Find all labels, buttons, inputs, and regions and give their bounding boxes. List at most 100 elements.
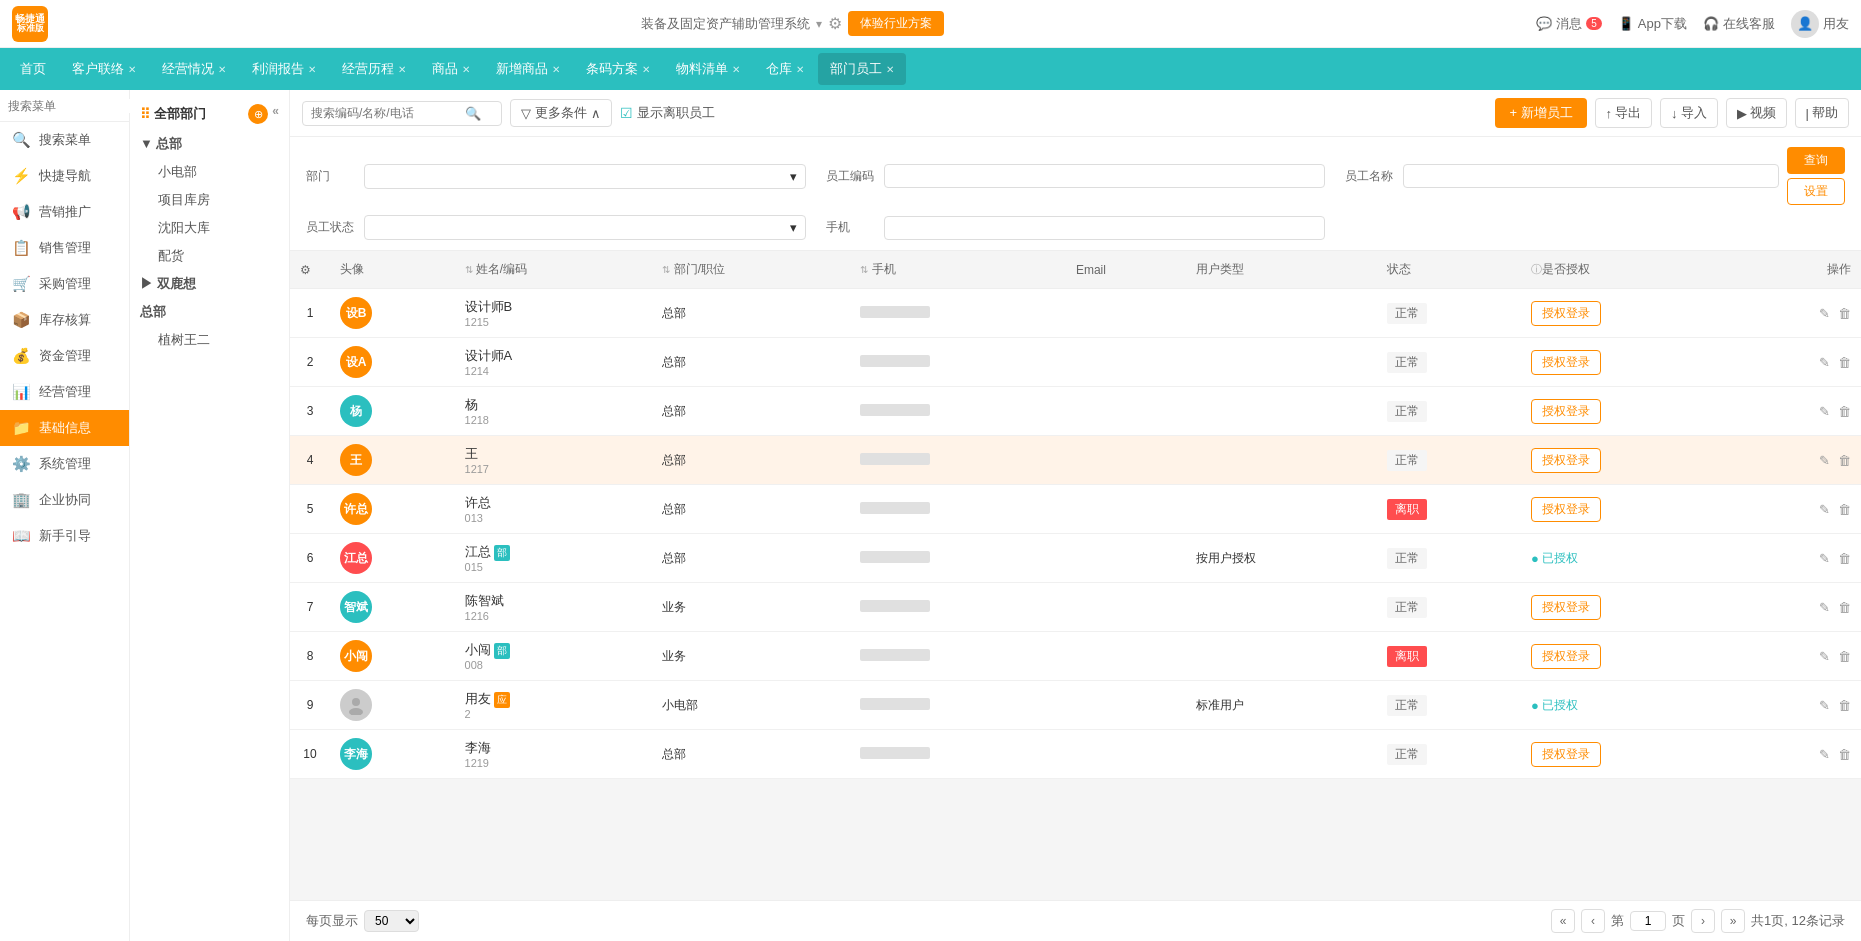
auth-login-btn[interactable]: 授权登录 [1531,399,1601,424]
sidebar-item-capital[interactable]: 💰资金管理 [0,338,129,374]
delete-icon[interactable]: 🗑 [1838,404,1851,419]
phone-filter-input[interactable] [884,216,1326,240]
auth-login-btn[interactable]: 授权登录 [1531,595,1601,620]
close-icon[interactable]: ✕ [552,64,560,75]
delete-icon[interactable]: 🗑 [1838,355,1851,370]
edit-icon[interactable]: ✎ [1819,551,1830,566]
edit-icon[interactable]: ✎ [1819,600,1830,615]
auth-login-btn[interactable]: 授权登录 [1531,742,1601,767]
nav-tab-经营情况[interactable]: 经营情况✕ [150,53,238,85]
nav-tab-经营历程[interactable]: 经营历程✕ [330,53,418,85]
nav-tab-仓库[interactable]: 仓库✕ [754,53,816,85]
dept-collapse-btn[interactable]: « [272,104,279,124]
close-icon[interactable]: ✕ [886,64,894,75]
auth-login-btn[interactable]: 授权登录 [1531,497,1601,522]
edit-icon[interactable]: ✎ [1819,355,1830,370]
last-page-btn[interactable]: » [1721,909,1745,933]
empcode-filter-input[interactable] [884,164,1326,188]
edit-icon[interactable]: ✎ [1819,747,1830,762]
sidebar-item-system[interactable]: ⚙️系统管理 [0,446,129,482]
auth-login-btn[interactable]: 授权登录 [1531,644,1601,669]
dept-tree-item[interactable]: ▶ 双鹿想 [130,270,289,298]
sidebar-item-quicknav[interactable]: ⚡快捷导航 [0,158,129,194]
sidebar-item-operations[interactable]: 📊经营管理 [0,374,129,410]
dept-tree-item[interactable]: 配货 [130,242,289,270]
dept-tree-item[interactable]: 小电部 [130,158,289,186]
query-btn[interactable]: 查询 [1787,147,1845,174]
edit-icon[interactable]: ✎ [1819,698,1830,713]
video-btn[interactable]: ▶ 视频 [1726,98,1787,128]
prev-page-btn[interactable]: ‹ [1581,909,1605,933]
edit-icon[interactable]: ✎ [1819,453,1830,468]
chevron-down-icon[interactable]: ▾ [816,17,822,31]
reset-btn[interactable]: 设置 [1787,178,1845,205]
close-icon[interactable]: ✕ [462,64,470,75]
edit-icon[interactable]: ✎ [1819,404,1830,419]
th-settings[interactable]: ⚙ [290,251,330,289]
dept-tree-item[interactable]: 植树王二 [130,326,289,354]
import-btn[interactable]: ↓ 导入 [1660,98,1718,128]
settings-icon[interactable]: ⚙ [828,14,842,33]
auth-login-btn[interactable]: 授权登录 [1531,301,1601,326]
next-page-btn[interactable]: › [1691,909,1715,933]
search-input[interactable] [311,106,461,120]
nav-tab-物料清单[interactable]: 物料清单✕ [664,53,752,85]
trial-button[interactable]: 体验行业方案 [848,11,944,36]
delete-icon[interactable]: 🗑 [1838,306,1851,321]
sidebar-item-purchase[interactable]: 🛒采购管理 [0,266,129,302]
close-icon[interactable]: ✕ [308,64,316,75]
more-filter-btn[interactable]: ▽ 更多条件 ∧ [510,99,612,127]
nav-tab-新增商品[interactable]: 新增商品✕ [484,53,572,85]
nav-tab-商品[interactable]: 商品✕ [420,53,482,85]
sidebar-item-guide[interactable]: 📖新手引导 [0,518,129,554]
close-icon[interactable]: ✕ [796,64,804,75]
dept-filter-select[interactable]: ▾ [364,164,806,189]
delete-icon[interactable]: 🗑 [1838,698,1851,713]
online-service-item[interactable]: 🎧 在线客服 [1703,15,1775,33]
page-size-select[interactable]: 50 100 200 [364,910,419,932]
close-icon[interactable]: ✕ [642,64,650,75]
app-download-item[interactable]: 📱 App下载 [1618,15,1687,33]
dept-tree-item[interactable]: 总部 [130,298,289,326]
delete-icon[interactable]: 🗑 [1838,747,1851,762]
edit-icon[interactable]: ✎ [1819,502,1830,517]
delete-icon[interactable]: 🗑 [1838,551,1851,566]
export-btn[interactable]: ↑ 导出 [1595,98,1653,128]
add-employee-btn[interactable]: + 新增员工 [1495,98,1586,128]
edit-icon[interactable]: ✎ [1819,306,1830,321]
delete-icon[interactable]: 🗑 [1838,649,1851,664]
page-input[interactable] [1630,911,1666,931]
message-item[interactable]: 💬 消息 5 [1536,15,1602,33]
close-icon[interactable]: ✕ [732,64,740,75]
nav-tab-首页[interactable]: 首页 [8,53,58,85]
show-resigned-checkbox[interactable]: ☑ [620,105,633,121]
th-dept[interactable]: ⇅ 部门/职位 [652,251,850,289]
dept-tree-item[interactable]: ▼ 总部 [130,130,289,158]
th-phone[interactable]: ⇅ 手机 [850,251,1066,289]
nav-tab-客户联络[interactable]: 客户联络✕ [60,53,148,85]
sidebar-item-company[interactable]: 🏢企业协同 [0,482,129,518]
sidebar-item-search[interactable]: 🔍搜索菜单 [0,122,129,158]
help-btn[interactable]: | 帮助 [1795,98,1849,128]
user-item[interactable]: 👤 用友 [1791,10,1849,38]
delete-icon[interactable]: 🗑 [1838,453,1851,468]
nav-tab-部门员工[interactable]: 部门员工✕ [818,53,906,85]
sidebar-item-basic[interactable]: 📁基础信息 [0,410,129,446]
delete-icon[interactable]: 🗑 [1838,502,1851,517]
dept-tree-item[interactable]: 沈阳大库 [130,214,289,242]
auth-login-btn[interactable]: 授权登录 [1531,448,1601,473]
sidebar-item-inventory[interactable]: 📦库存核算 [0,302,129,338]
close-icon[interactable]: ✕ [398,64,406,75]
th-name[interactable]: ⇅ 姓名/编码 [455,251,653,289]
edit-icon[interactable]: ✎ [1819,649,1830,664]
close-icon[interactable]: ✕ [218,64,226,75]
nav-tab-利润报告[interactable]: 利润报告✕ [240,53,328,85]
status-filter-select[interactable]: ▾ [364,215,806,240]
first-page-btn[interactable]: « [1551,909,1575,933]
sidebar-item-sales[interactable]: 📋销售管理 [0,230,129,266]
delete-icon[interactable]: 🗑 [1838,600,1851,615]
auth-login-btn[interactable]: 授权登录 [1531,350,1601,375]
nav-tab-条码方案[interactable]: 条码方案✕ [574,53,662,85]
dept-add-btn[interactable]: ⊕ [248,104,268,124]
close-icon[interactable]: ✕ [128,64,136,75]
